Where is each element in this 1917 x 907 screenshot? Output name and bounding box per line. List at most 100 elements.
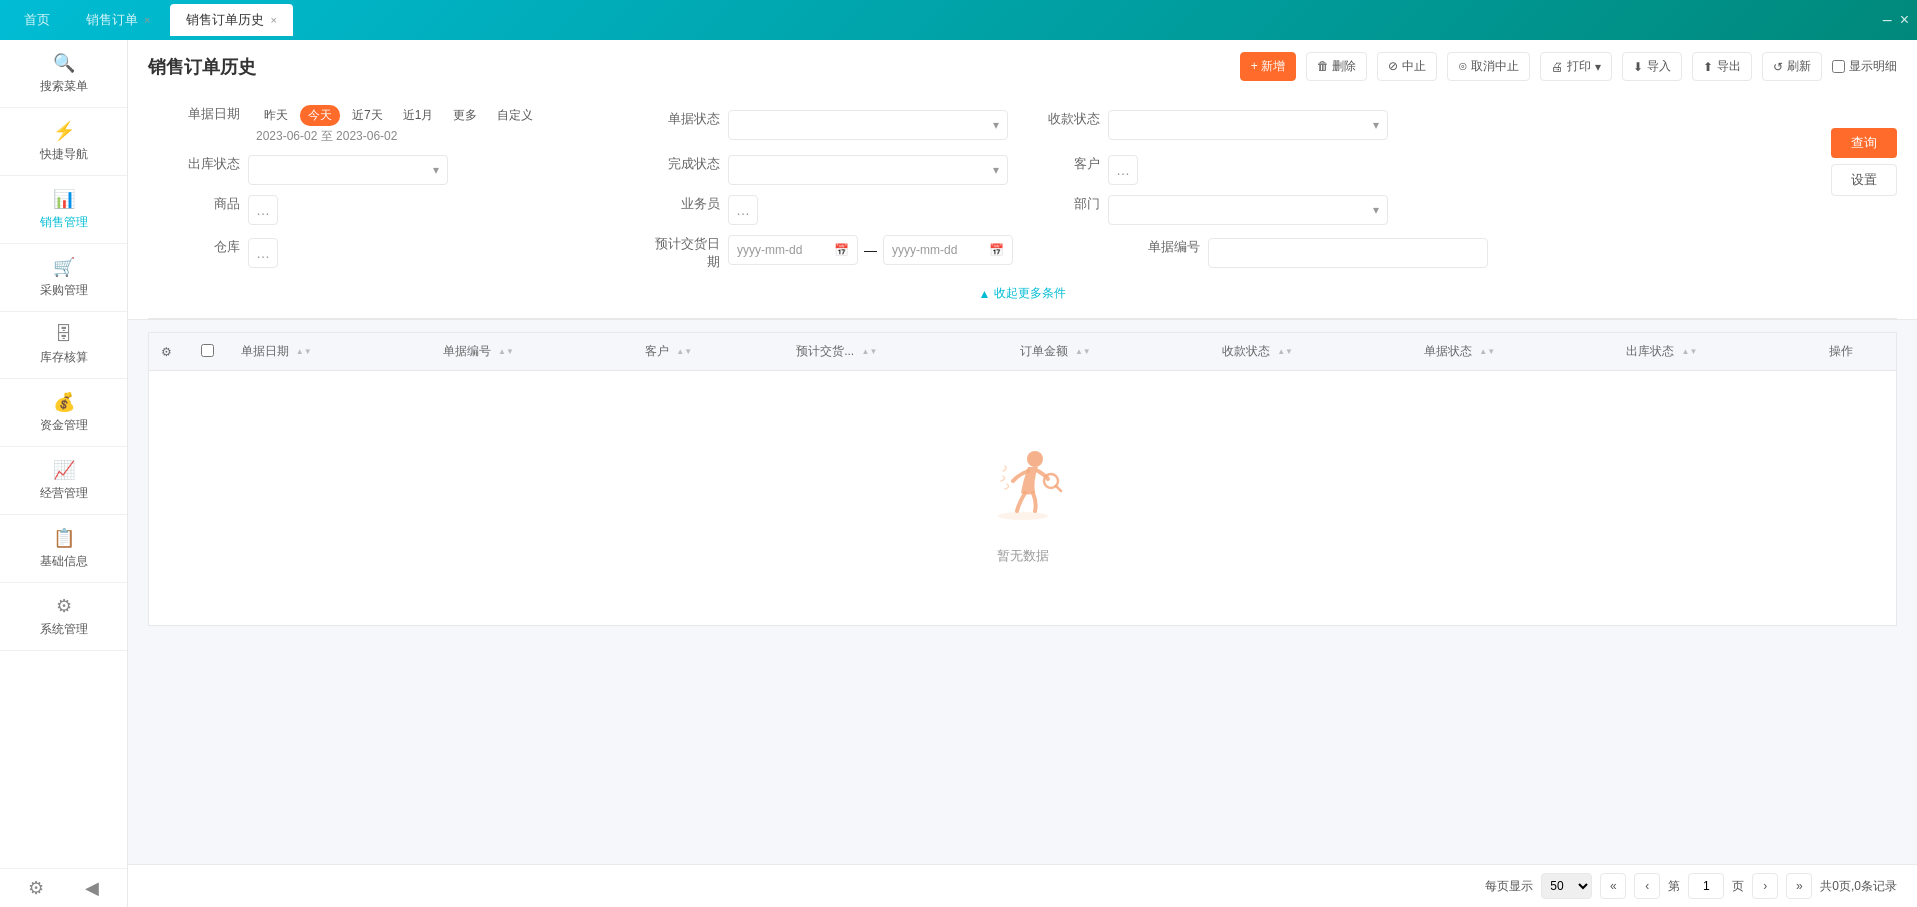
warehouse-picker-btn[interactable]: … <box>248 238 278 268</box>
sidebar-item-system-mgmt[interactable]: ⚙ 系统管理 <box>0 583 127 651</box>
th-date[interactable]: 单据日期 ▲▼ <box>229 333 431 371</box>
filter-row-2: 出库状态 ▾ 完成状态 ▾ 客户 <box>168 155 1877 185</box>
cancel-stop-button[interactable]: ⊙ 取消中止 <box>1447 52 1530 81</box>
th-out-status[interactable]: 出库状态 ▲▼ <box>1614 333 1816 371</box>
warehouse-dots-icon: … <box>256 245 270 261</box>
order-number-input[interactable] <box>1208 238 1488 268</box>
close-button[interactable]: × <box>1900 11 1909 29</box>
goods-picker-btn[interactable]: … <box>248 195 278 225</box>
page-number-input[interactable] <box>1688 873 1724 899</box>
sidebar-settings-button[interactable]: ⚙ <box>28 877 44 899</box>
tab-sales-order-close[interactable]: × <box>144 14 150 26</box>
order-status-select[interactable]: ▾ <box>728 110 1008 140</box>
complete-status-label: 完成状态 <box>648 155 728 173</box>
sidebar-item-operation-mgmt[interactable]: 📈 经营管理 <box>0 447 127 515</box>
th-settings[interactable]: ⚙ <box>149 333 189 371</box>
minimize-button[interactable]: – <box>1883 11 1892 29</box>
settings-button[interactable]: 设置 <box>1831 164 1897 196</box>
first-page-button[interactable]: « <box>1600 873 1626 899</box>
sidebar-item-purchase-mgmt[interactable]: 🛒 采购管理 <box>0 244 127 312</box>
delivery-from-input[interactable]: yyyy-mm-dd 📅 <box>728 235 858 265</box>
th-amount-label: 订单金额 <box>1020 344 1068 358</box>
sidebar-item-purchase-mgmt-label: 采购管理 <box>40 282 88 299</box>
tab-sales-history-close[interactable]: × <box>270 14 276 26</box>
stop-button[interactable]: ⊘ 中止 <box>1377 52 1436 81</box>
select-all-checkbox[interactable] <box>201 344 214 357</box>
tab-home[interactable]: 首页 <box>8 4 66 36</box>
show-detail-checkbox[interactable] <box>1832 60 1845 73</box>
th-ops: 操作 <box>1817 333 1897 371</box>
filter-warehouse-section: 仓库 … <box>168 238 648 268</box>
delivery-to-input[interactable]: yyyy-mm-dd 📅 <box>883 235 1013 265</box>
prev-page-button[interactable]: ‹ <box>1634 873 1660 899</box>
outbound-status-label: 出库状态 <box>168 155 248 173</box>
outbound-status-arrow-icon: ▾ <box>433 163 439 177</box>
tab-sales-history[interactable]: 销售订单历史 × <box>170 4 292 36</box>
filter-outbound-section: 出库状态 ▾ <box>168 155 648 185</box>
yesterday-btn[interactable]: 昨天 <box>256 105 296 126</box>
table-header-row: ⚙ 单据日期 ▲▼ 单据编号 ▲▼ 客户 ▲▼ <box>149 333 1897 371</box>
last7-btn[interactable]: 近7天 <box>344 105 391 126</box>
last-page-button[interactable]: » <box>1786 873 1812 899</box>
filter-row-3: 商品 … 业务员 … 部门 <box>168 195 1877 225</box>
query-buttons-area: 查询 设置 <box>1831 128 1897 196</box>
today-btn[interactable]: 今天 <box>300 105 340 126</box>
next-page-button[interactable]: › <box>1752 873 1778 899</box>
th-amount[interactable]: 订单金额 ▲▼ <box>1008 333 1210 371</box>
outbound-status-select[interactable]: ▾ <box>248 155 448 185</box>
custom-btn[interactable]: 自定义 <box>489 105 541 126</box>
sort-pay-status-icon: ▲▼ <box>1277 348 1293 356</box>
customer-label: 客户 <box>1028 155 1108 173</box>
sidebar-item-quick-nav[interactable]: ⚡ 快捷导航 <box>0 108 127 176</box>
delivery-label: 预计交货日期 <box>648 235 728 271</box>
sidebar-collapse-button[interactable]: ◀ <box>85 877 99 899</box>
refresh-button[interactable]: ↺ 刷新 <box>1762 52 1822 81</box>
sidebar-item-search-menu[interactable]: 🔍 搜索菜单 <box>0 40 127 108</box>
sidebar-item-inventory-calc-label: 库存核算 <box>40 349 88 366</box>
export-button[interactable]: ⬆ 导出 <box>1692 52 1752 81</box>
total-label: 共0页,0条记录 <box>1820 878 1897 895</box>
filter-order-status-section: 单据状态 ▾ <box>648 110 1028 140</box>
last1m-btn[interactable]: 近1月 <box>395 105 442 126</box>
query-button[interactable]: 查询 <box>1831 128 1897 158</box>
collapse-row[interactable]: ▲ 收起更多条件 <box>168 281 1877 306</box>
new-button[interactable]: + 新增 <box>1240 52 1296 81</box>
data-table: ⚙ 单据日期 ▲▼ 单据编号 ▲▼ 客户 ▲▼ <box>148 332 1897 626</box>
goods-dots-icon: … <box>256 202 270 218</box>
more-btn[interactable]: 更多 <box>445 105 485 126</box>
show-detail-toggle[interactable]: 显示明细 <box>1832 58 1897 75</box>
customer-picker-btn[interactable]: … <box>1108 155 1138 185</box>
print-arrow-icon: ▾ <box>1595 60 1601 74</box>
th-number-label: 单据编号 <box>443 344 491 358</box>
sidebar-item-sales-mgmt[interactable]: 📊 销售管理 <box>0 176 127 244</box>
sidebar-item-inventory-calc[interactable]: 🗄 库存核算 <box>0 312 127 379</box>
th-customer[interactable]: 客户 ▲▼ <box>633 333 784 371</box>
filter-complete-section: 完成状态 ▾ <box>648 155 1028 185</box>
sidebar-item-capital-mgmt[interactable]: 💰 资金管理 <box>0 379 127 447</box>
export-icon: ⬆ <box>1703 60 1713 74</box>
salesperson-picker-btn[interactable]: … <box>728 195 758 225</box>
date-range-text: 2023-06-02 至 2023-06-02 <box>256 129 397 143</box>
sidebar-item-basic-info[interactable]: 📋 基础信息 <box>0 515 127 583</box>
th-number[interactable]: 单据编号 ▲▼ <box>431 333 633 371</box>
sort-amount-icon: ▲▼ <box>1075 348 1091 356</box>
complete-status-select[interactable]: ▾ <box>728 155 1008 185</box>
tab-sales-order[interactable]: 销售订单 × <box>70 4 166 36</box>
th-pay-status[interactable]: 收款状态 ▲▼ <box>1210 333 1412 371</box>
warehouse-label: 仓库 <box>168 238 248 256</box>
th-checkbox[interactable] <box>189 333 229 371</box>
th-order-status[interactable]: 单据状态 ▲▼ <box>1412 333 1614 371</box>
operation-mgmt-icon: 📈 <box>53 459 75 481</box>
empty-cell: 暂无数据 <box>149 371 1897 626</box>
import-button[interactable]: ⬇ 导入 <box>1622 52 1682 81</box>
page-size-select[interactable]: 10 20 50 100 <box>1541 873 1592 899</box>
page-title: 销售订单历史 <box>148 55 256 79</box>
pay-status-select[interactable]: ▾ <box>1108 110 1388 140</box>
th-delivery[interactable]: 预计交货... ▲▼ <box>784 333 1007 371</box>
dept-select[interactable]: ▾ <box>1108 195 1388 225</box>
sort-number-icon: ▲▼ <box>498 348 514 356</box>
delete-button[interactable]: 🗑 删除 <box>1306 52 1367 81</box>
print-button[interactable]: 🖨 打印 ▾ <box>1540 52 1612 81</box>
filter-dept-section: 部门 ▾ <box>1028 195 1408 225</box>
empty-state-illustration <box>973 431 1073 531</box>
